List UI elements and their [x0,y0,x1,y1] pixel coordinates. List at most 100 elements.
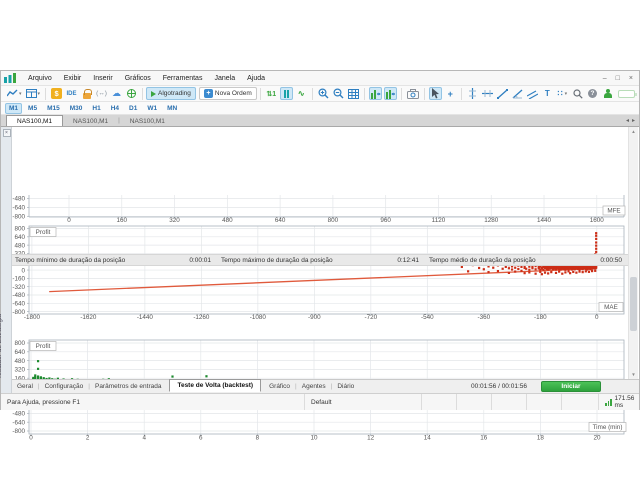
zoom-out-button[interactable] [332,87,345,100]
duration-max-label: Tempo máximo de duração da posição [221,256,333,264]
timeframe-m30[interactable]: M30 [66,103,87,114]
timeframe-m5[interactable]: M5 [24,103,41,114]
menu-graficos[interactable]: Gráficos [119,75,157,82]
data-point [580,266,583,269]
search-button[interactable] [571,87,584,100]
vertical-line-tool[interactable] [466,87,479,100]
scroll-down-icon[interactable]: ▼ [629,370,638,379]
chart-tab-active[interactable]: NAS100,M1 [6,115,64,126]
equidistant-channel-tool[interactable] [526,87,539,100]
close-button[interactable]: × [629,75,633,82]
data-point [540,267,543,270]
restore-button[interactable]: □ [616,75,620,82]
lock-button[interactable] [80,87,93,100]
text-tool[interactable]: T [541,87,554,100]
axis-tick-label: -360 [478,314,491,321]
new-order-icon: + [203,89,213,98]
timeframe-d1[interactable]: D1 [125,103,141,114]
scroll-up-icon[interactable]: ▲ [629,127,638,136]
connection-button[interactable]: (↔) [95,87,108,100]
tab-grafico[interactable]: Gráfico [264,383,295,390]
data-point [34,374,37,377]
start-button[interactable]: Iniciar [541,381,601,392]
crosshair-button[interactable]: + [444,87,457,100]
shapes-tool[interactable]: ∷ ▾ [556,87,569,100]
menu-exibir[interactable]: Exibir [58,75,88,82]
data-point [36,375,40,378]
data-point [534,272,537,275]
community-user-button[interactable] [601,87,614,100]
help-button[interactable]: ? [586,87,599,100]
cursor-button[interactable] [428,87,442,100]
status-profile[interactable]: Default [304,394,421,410]
new-order-button[interactable]: + Nova Ordem [198,87,257,100]
zoom-in-button[interactable] [317,87,330,100]
chart-snapshot-button[interactable] [406,87,420,100]
toolbar-separator [460,87,462,100]
timeframe-h4[interactable]: H4 [107,103,123,114]
tab-geral[interactable]: Geral [12,383,38,390]
market-watch-button[interactable]: $ [50,87,63,100]
menu-arquivo[interactable]: Arquivo [22,75,58,82]
sort-button[interactable]: ⇅1 [265,87,278,100]
close-icon[interactable]: × [2,129,11,137]
data-point [565,267,569,270]
axis-tick-label: Profit [36,229,51,236]
trendline-tool[interactable] [496,87,509,100]
chart-type-button[interactable]: ▾ [6,87,23,100]
axis-tick-label: -180 [534,314,547,321]
menu-inserir[interactable]: Inserir [87,75,118,82]
timeframe-m15[interactable]: M15 [43,103,64,114]
chevron-down-icon: ▾ [564,90,568,97]
tab-scroll-right-icon[interactable]: ▸ [632,117,635,124]
timeframe-m1[interactable]: M1 [5,102,23,114]
scrollbar-thumb[interactable] [630,277,637,331]
tab-configuracao[interactable]: Configuração [40,383,89,390]
toolbar-separator [142,87,144,100]
grid-button[interactable] [347,87,360,100]
menu-ajuda[interactable]: Ajuda [241,75,271,82]
cloud-icon: ☁ [112,88,122,98]
chart-tab[interactable]: NAS100,M1 [63,116,118,126]
auto-scroll-button[interactable] [368,87,382,100]
axis-tick-label: 160 [117,217,128,224]
market-depth-button[interactable] [279,87,293,100]
data-point [575,271,578,274]
axis-tick-label: 18 [537,435,545,442]
menu-janela[interactable]: Janela [208,75,241,82]
metaeditor-button[interactable]: IDE [65,87,78,100]
algotrading-button[interactable]: Algotrading [146,87,196,100]
chart-scrollbar[interactable]: ▲ ▼ [628,127,638,379]
lock-icon [82,88,92,99]
data-point [547,272,550,275]
duration-avg-label: Tempo médio de duração da posição [429,256,536,264]
tab-backtest-active[interactable]: Teste de Volta (backtest) [169,379,262,392]
chart-tab[interactable]: NAS100,M1 [120,116,175,126]
data-point [543,265,547,269]
minimize-button[interactable]: – [603,75,607,82]
tick-chart-button[interactable]: ∿ [295,87,308,100]
window-controls: – □ × [603,75,639,82]
tab-parametros[interactable]: Parâmetros de entrada [90,383,166,390]
horizontal-line-tool[interactable] [481,87,494,100]
chart-layout-button[interactable]: ▾ [25,87,42,100]
line-chart-icon [7,89,18,97]
tab-diario[interactable]: Diário [332,383,359,390]
data-point [553,266,556,269]
chart-shift-button[interactable] [383,87,397,100]
tab-agentes[interactable]: Agentes [297,383,331,390]
data-point [523,272,526,275]
timeframe-mn[interactable]: MN [163,103,181,114]
tab-scroll-left-icon[interactable]: ◂ [626,117,629,124]
angle-line-tool[interactable] [511,87,524,100]
community-button[interactable] [125,87,138,100]
data-point [478,266,481,270]
duration-avg-value: 0:00:50 [600,256,622,264]
timeframe-h1[interactable]: H1 [88,103,104,114]
data-point [587,270,591,273]
data-point [587,267,591,270]
timeframe-w1[interactable]: W1 [143,103,161,114]
latency-value: 171.56 ms [614,395,635,409]
menu-ferramentas[interactable]: Ferramentas [157,75,209,82]
cloud-button[interactable]: ☁ [110,87,123,100]
